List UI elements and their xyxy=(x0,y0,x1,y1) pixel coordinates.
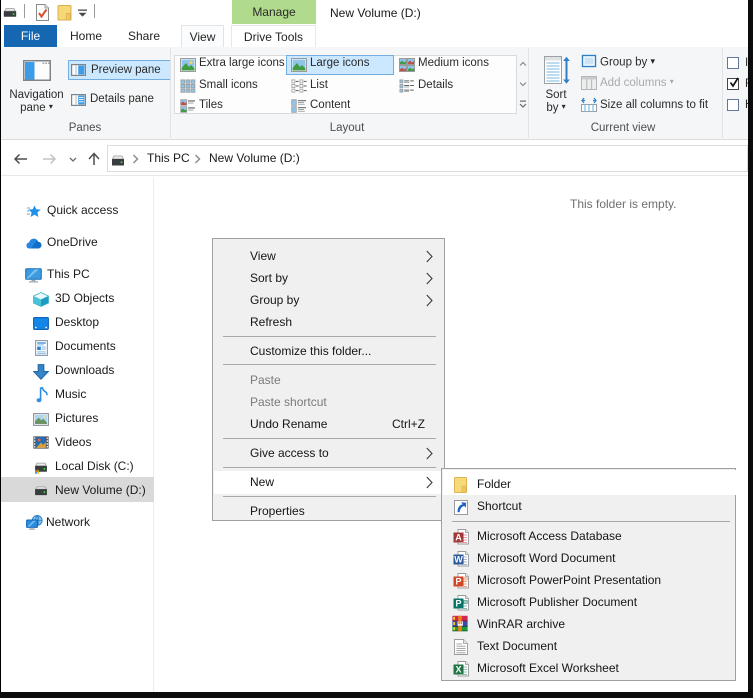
svg-text:P: P xyxy=(455,599,461,609)
svg-text:A: A xyxy=(455,533,462,543)
svg-text:P: P xyxy=(455,577,461,587)
svg-text:X: X xyxy=(455,665,461,675)
svg-text:W: W xyxy=(454,555,463,565)
